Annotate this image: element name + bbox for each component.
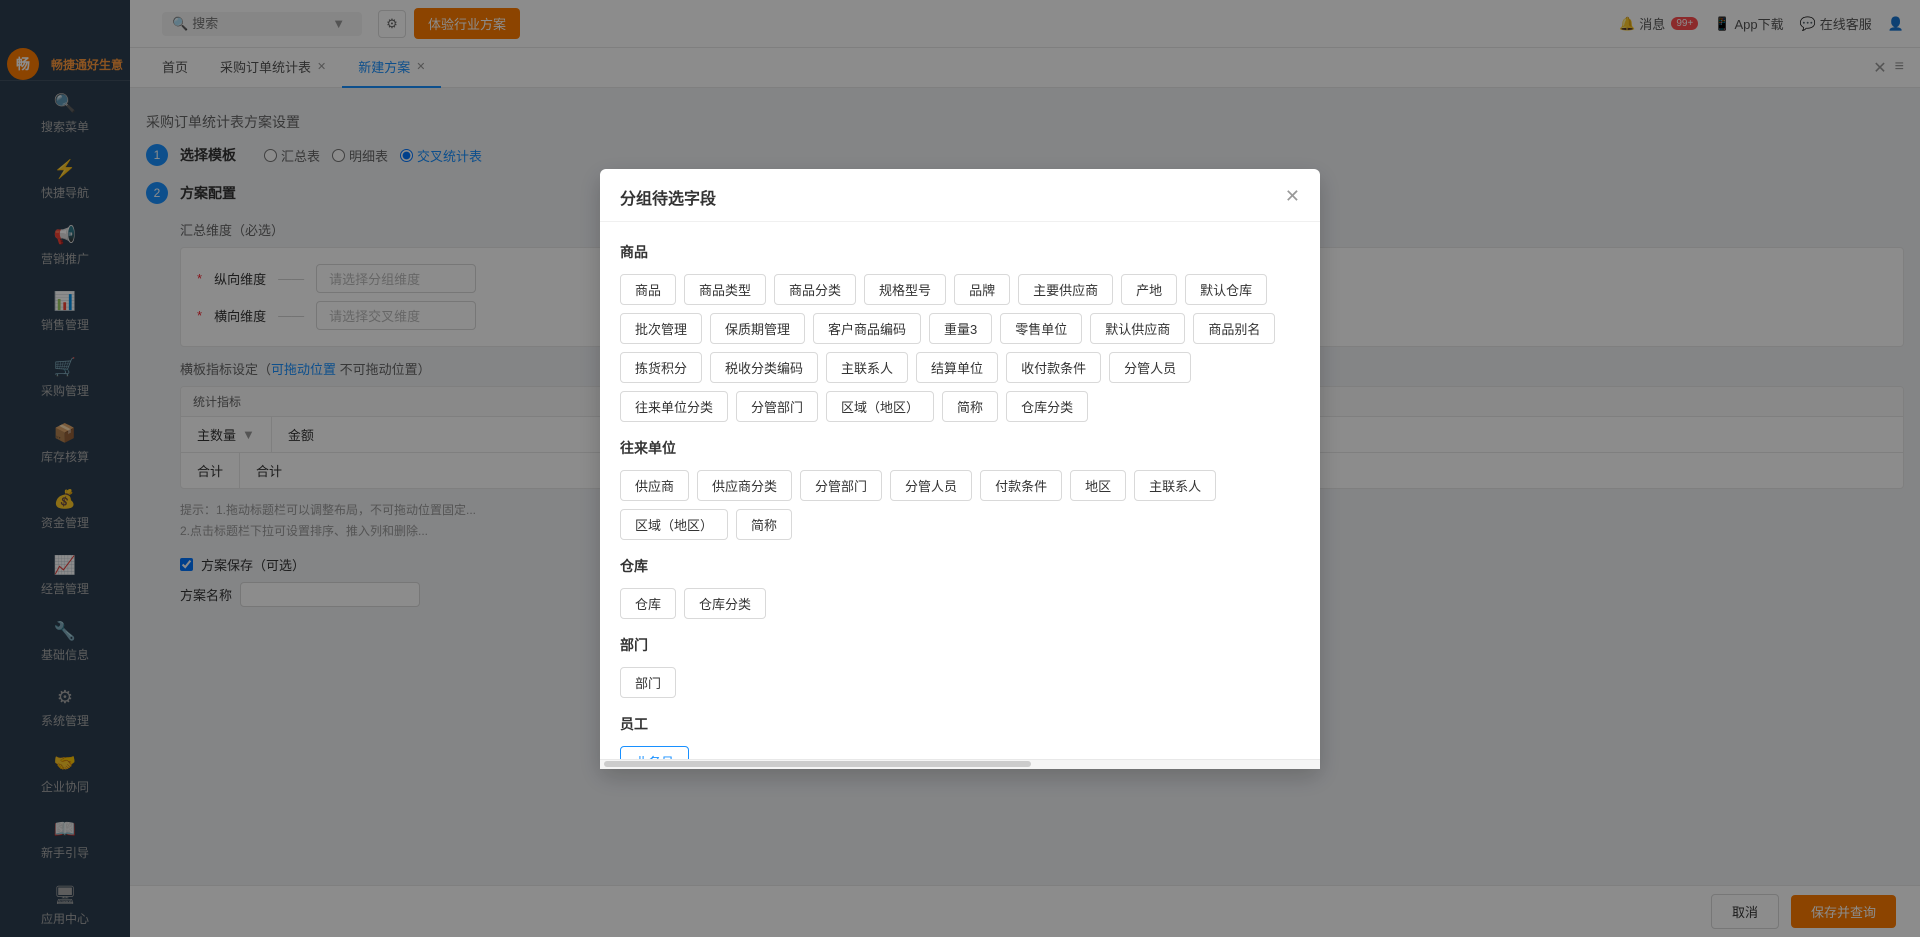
modal-header: 分组待选字段 ✕ [600, 169, 1320, 222]
field-tag-0-3[interactable]: 规格型号 [864, 274, 946, 305]
field-tag-0-0[interactable]: 商品 [620, 274, 676, 305]
field-tag-1-5[interactable]: 地区 [1070, 470, 1126, 501]
field-tag-0-15[interactable]: 拣货积分 [620, 352, 702, 383]
section-title-1: 往来单位 [620, 438, 1300, 458]
field-select-modal: 分组待选字段 ✕ 商品商品商品类型商品分类规格型号品牌主要供应商产地默认仓库批次… [600, 169, 1320, 769]
field-group-0: 商品商品类型商品分类规格型号品牌主要供应商产地默认仓库批次管理保质期管理客户商品… [620, 274, 1300, 422]
field-tag-0-6[interactable]: 产地 [1121, 274, 1177, 305]
field-tag-3-0[interactable]: 部门 [620, 667, 676, 698]
field-tag-0-16[interactable]: 税收分类编码 [710, 352, 818, 383]
field-tag-1-8[interactable]: 简称 [736, 509, 792, 540]
section-title-2: 仓库 [620, 556, 1300, 576]
field-tag-0-11[interactable]: 重量3 [929, 313, 992, 344]
field-tag-1-2[interactable]: 分管部门 [800, 470, 882, 501]
modal-title: 分组待选字段 [620, 185, 716, 209]
field-tag-1-6[interactable]: 主联系人 [1134, 470, 1216, 501]
field-tag-0-24[interactable]: 简称 [942, 391, 998, 422]
hscroll-thumb [604, 761, 1031, 767]
field-group-1: 供应商供应商分类分管部门分管人员付款条件地区主联系人区域（地区） 简称 [620, 470, 1300, 540]
field-tag-0-21[interactable]: 往来单位分类 [620, 391, 728, 422]
field-tag-0-4[interactable]: 品牌 [954, 274, 1010, 305]
field-tag-1-7[interactable]: 区域（地区） [620, 509, 728, 540]
field-tag-0-9[interactable]: 保质期管理 [710, 313, 805, 344]
modal-hscroll[interactable] [600, 759, 1320, 769]
field-tag-1-4[interactable]: 付款条件 [980, 470, 1062, 501]
field-tag-0-14[interactable]: 商品别名 [1193, 313, 1275, 344]
field-tag-1-3[interactable]: 分管人员 [890, 470, 972, 501]
field-tag-0-7[interactable]: 默认仓库 [1185, 274, 1267, 305]
field-tag-2-0[interactable]: 仓库 [620, 588, 676, 619]
section-title-0: 商品 [620, 242, 1300, 262]
field-tag-0-18[interactable]: 结算单位 [916, 352, 998, 383]
field-group-2: 仓库仓库分类 [620, 588, 1300, 619]
field-tag-0-25[interactable]: 仓库分类 [1006, 391, 1088, 422]
field-tag-1-0[interactable]: 供应商 [620, 470, 689, 501]
field-tag-0-1[interactable]: 商品类型 [684, 274, 766, 305]
field-group-4: 业务员 [620, 746, 1300, 759]
field-tag-0-5[interactable]: 主要供应商 [1018, 274, 1113, 305]
field-tag-2-1[interactable]: 仓库分类 [684, 588, 766, 619]
field-tag-0-12[interactable]: 零售单位 [1000, 313, 1082, 344]
field-tag-4-0[interactable]: 业务员 [620, 746, 689, 759]
modal-overlay: 分组待选字段 ✕ 商品商品商品类型商品分类规格型号品牌主要供应商产地默认仓库批次… [0, 0, 1920, 937]
field-tag-0-13[interactable]: 默认供应商 [1090, 313, 1185, 344]
field-tag-0-20[interactable]: 分管人员 [1109, 352, 1191, 383]
modal-body[interactable]: 商品商品商品类型商品分类规格型号品牌主要供应商产地默认仓库批次管理保质期管理客户… [600, 222, 1320, 759]
field-tag-1-1[interactable]: 供应商分类 [697, 470, 792, 501]
field-group-3: 部门 [620, 667, 1300, 698]
field-tag-0-22[interactable]: 分管部门 [736, 391, 818, 422]
field-tag-0-2[interactable]: 商品分类 [774, 274, 856, 305]
field-tag-0-10[interactable]: 客户商品编码 [813, 313, 921, 344]
section-title-4: 员工 [620, 714, 1300, 734]
field-tag-0-17[interactable]: 主联系人 [826, 352, 908, 383]
modal-close-button[interactable]: ✕ [1285, 186, 1300, 207]
field-tag-0-19[interactable]: 收付款条件 [1006, 352, 1101, 383]
field-tag-0-8[interactable]: 批次管理 [620, 313, 702, 344]
field-tag-0-23[interactable]: 区域（地区） [826, 391, 934, 422]
section-title-3: 部门 [620, 635, 1300, 655]
